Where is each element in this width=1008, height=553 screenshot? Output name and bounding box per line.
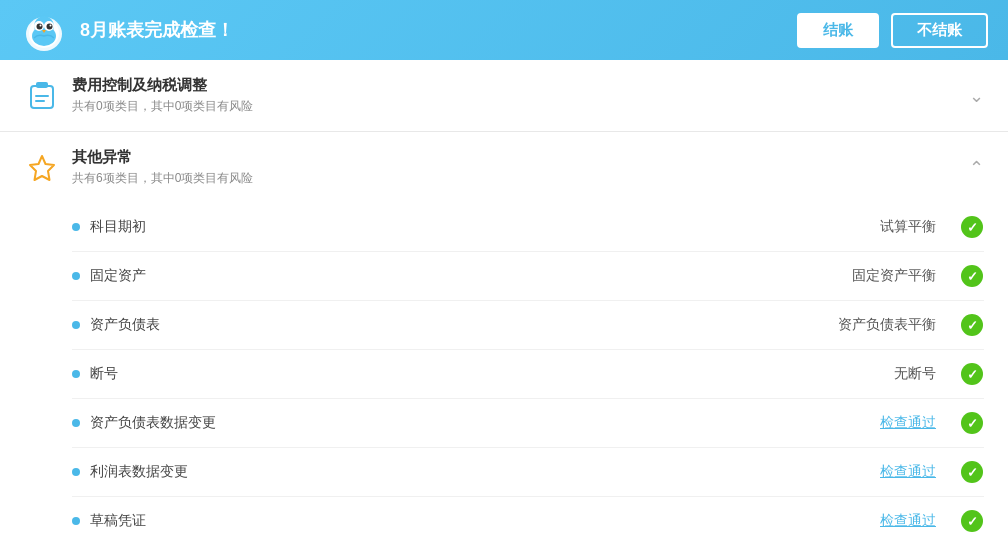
svg-point-9: [47, 24, 53, 30]
check-icon: ✓: [960, 460, 984, 484]
confirm-button[interactable]: 结账: [797, 13, 879, 48]
item-dot: [72, 419, 80, 427]
main-content: 费用控制及纳税调整 共有0项类目，其中0项类目有风险 ⌄ 其他异常 共有6项类目…: [0, 60, 1008, 553]
item-dot: [72, 517, 80, 525]
star-icon: [24, 150, 60, 186]
check-icon: ✓: [960, 509, 984, 533]
svg-point-10: [40, 25, 42, 27]
item-dot: [72, 370, 80, 378]
item-status-link[interactable]: 检查通过: [836, 512, 936, 530]
header-buttons: 结账 不结账: [797, 13, 988, 48]
svg-rect-14: [36, 82, 48, 88]
section-expense-text: 费用控制及纳税调整 共有0项类目，其中0项类目有风险: [72, 76, 957, 115]
list-item: 科目期初 试算平衡 ✓: [72, 203, 984, 252]
svg-point-8: [37, 24, 43, 30]
list-item: 资产负债表数据变更 检查通过 ✓: [72, 399, 984, 448]
check-icon: ✓: [960, 264, 984, 288]
item-status-link[interactable]: 检查通过: [836, 414, 936, 432]
section-expense: 费用控制及纳税调整 共有0项类目，其中0项类目有风险 ⌄: [0, 60, 1008, 132]
item-status: 无断号: [836, 365, 936, 383]
section-expense-title: 费用控制及纳税调整: [72, 76, 957, 95]
section-other-text: 其他异常 共有6项类目，其中0项类目有风险: [72, 148, 957, 187]
header: 8月账表完成检查！ 结账 不结账: [0, 0, 1008, 60]
section-expense-header[interactable]: 费用控制及纳税调整 共有0项类目，其中0项类目有风险 ⌄: [0, 60, 1008, 131]
item-name: 资产负债表: [90, 316, 836, 334]
check-icon: ✓: [960, 215, 984, 239]
list-item: 资产负债表 资产负债表平衡 ✓: [72, 301, 984, 350]
svg-marker-5: [49, 11, 55, 18]
section-expense-subtitle: 共有0项类目，其中0项类目有风险: [72, 98, 957, 115]
list-item: 草稿凭证 检查通过 ✓: [72, 497, 984, 545]
check-icon: ✓: [960, 362, 984, 386]
expense-icon: [24, 78, 60, 114]
item-name: 科目期初: [90, 218, 836, 236]
svg-marker-17: [30, 156, 54, 180]
item-dot: [72, 321, 80, 329]
item-name: 资产负债表数据变更: [90, 414, 836, 432]
list-item: 固定资产 固定资产平衡 ✓: [72, 252, 984, 301]
section-other-subtitle: 共有6项类目，其中0项类目有风险: [72, 170, 957, 187]
item-name: 固定资产: [90, 267, 836, 285]
svg-marker-4: [33, 11, 39, 18]
section-other: 其他异常 共有6项类目，其中0项类目有风险 ⌃ 科目期初 试算平衡 ✓ 固定资产…: [0, 132, 1008, 553]
section-other-title: 其他异常: [72, 148, 957, 167]
item-status: 资产负债表平衡: [836, 316, 936, 334]
chevron-down-icon: ⌄: [969, 85, 984, 107]
svg-point-11: [50, 25, 52, 27]
item-dot: [72, 223, 80, 231]
item-dot: [72, 468, 80, 476]
item-status: 固定资产平衡: [836, 267, 936, 285]
item-name: 利润表数据变更: [90, 463, 836, 481]
item-dot: [72, 272, 80, 280]
list-item: 断号 无断号 ✓: [72, 350, 984, 399]
cancel-button[interactable]: 不结账: [891, 13, 988, 48]
item-name: 草稿凭证: [90, 512, 836, 530]
section-other-header[interactable]: 其他异常 共有6项类目，其中0项类目有风险 ⌃: [0, 132, 1008, 203]
check-icon: ✓: [960, 313, 984, 337]
check-icon: ✓: [960, 411, 984, 435]
item-status-link[interactable]: 检查通过: [836, 463, 936, 481]
items-list: 科目期初 试算平衡 ✓ 固定资产 固定资产平衡 ✓ 资产负债表 资产负债表平衡: [0, 203, 1008, 553]
mascot-icon: [20, 6, 68, 54]
item-name: 断号: [90, 365, 836, 383]
item-status: 试算平衡: [836, 218, 936, 236]
chevron-up-icon: ⌃: [969, 157, 984, 179]
list-item: 利润表数据变更 检查通过 ✓: [72, 448, 984, 497]
header-title: 8月账表完成检查！: [80, 18, 797, 42]
